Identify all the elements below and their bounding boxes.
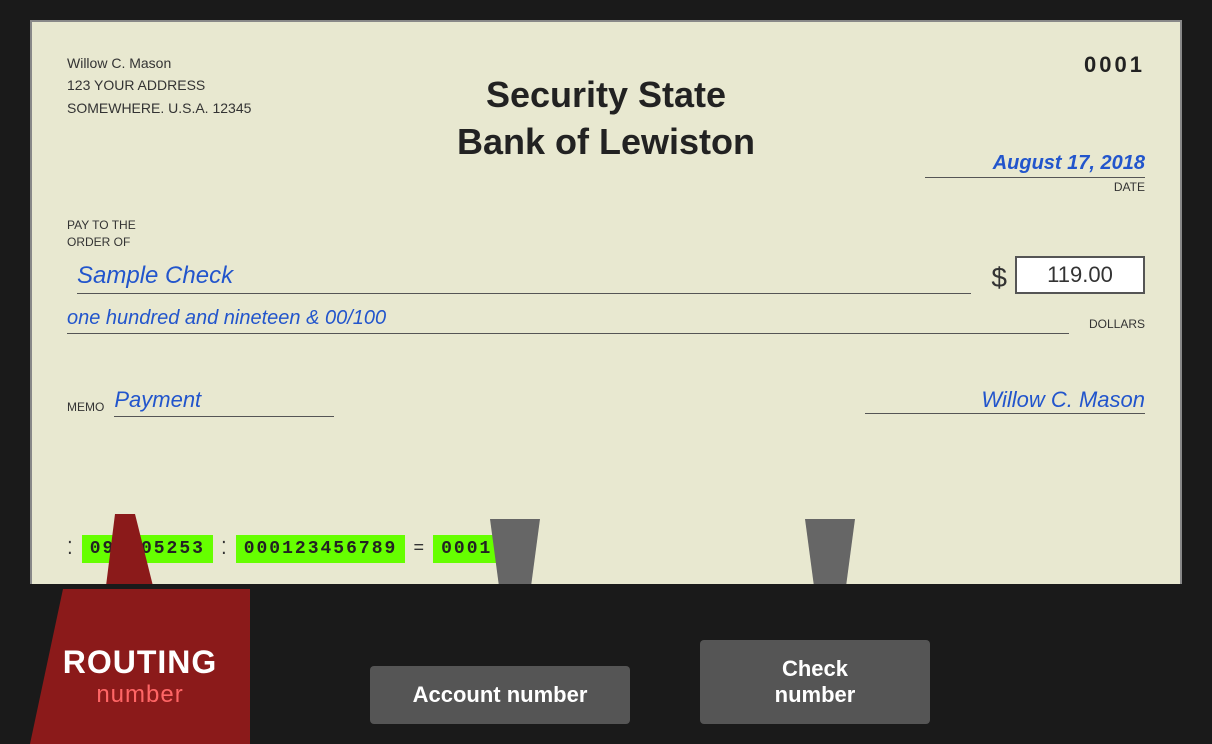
account-number-micr: 000123456789 [236, 535, 406, 563]
written-amount-area: one hundred and nineteen & 00/100 DOLLAR… [67, 307, 1145, 334]
memo-label: MEMO [67, 400, 104, 414]
amount-area: $ 119.00 [991, 256, 1145, 294]
account-holder-name: Willow C. Mason [67, 52, 251, 74]
amount-box: 119.00 [1015, 256, 1145, 294]
account-arrow [485, 519, 545, 594]
date-value: August 17, 2018 [925, 152, 1145, 175]
date-line [925, 177, 1145, 178]
micr-sep: = [413, 539, 425, 559]
date-area: August 17, 2018 DATE [925, 152, 1145, 194]
check-image: 0001 Willow C. Mason 123 YOUR ADDRESS SO… [30, 20, 1182, 590]
bottom-bar: ROUTING number Account number Check numb… [0, 584, 1212, 744]
micr-area: ⁚ 091905253 ⁚ 000123456789 = 0001 [67, 535, 1145, 563]
number-word: number [96, 681, 183, 709]
routing-arrow [105, 514, 185, 594]
signature-line [865, 413, 1145, 414]
written-amount-text: one hundred and nineteen & 00/100 [67, 307, 1069, 334]
pay-to-line: Sample Check [77, 262, 971, 294]
signature-value: Willow C. Mason [865, 387, 1145, 413]
memo-sig-area: MEMO Payment Willow C. Mason [67, 387, 1145, 417]
dollar-sign: $ [991, 262, 1007, 294]
date-label: DATE [925, 180, 1145, 194]
account-holder-address1: 123 YOUR ADDRESS [67, 74, 251, 96]
micr-open-bank: ⁚ [67, 538, 74, 560]
account-holder-address2: SOMEWHERE. U.S.A. 12345 [67, 97, 251, 119]
account-number-label: Account number [370, 666, 630, 724]
account-holder-info: Willow C. Mason 123 YOUR ADDRESS SOMEWHE… [67, 52, 251, 119]
check-number-label: Check number [700, 640, 930, 724]
memo-side: MEMO Payment [67, 387, 334, 417]
routing-word: ROUTING [63, 644, 218, 681]
micr-close-bank: ⁚ [221, 538, 228, 560]
memo-value: Payment [114, 387, 334, 417]
pay-to-label: PAY TO THE ORDER OF [67, 217, 1145, 251]
bank-name: Security State Bank of Lewiston [457, 72, 755, 166]
dollars-label: DOLLARS [1089, 317, 1145, 331]
check-number-arrow [800, 519, 860, 594]
pay-to-area: PAY TO THE ORDER OF Sample Check $ 119.0… [67, 217, 1145, 294]
check-number-display: 0001 [1084, 52, 1145, 78]
signature-area: Willow C. Mason [865, 387, 1145, 417]
routing-label: ROUTING number [30, 589, 250, 744]
payee-name: Sample Check [77, 262, 233, 292]
